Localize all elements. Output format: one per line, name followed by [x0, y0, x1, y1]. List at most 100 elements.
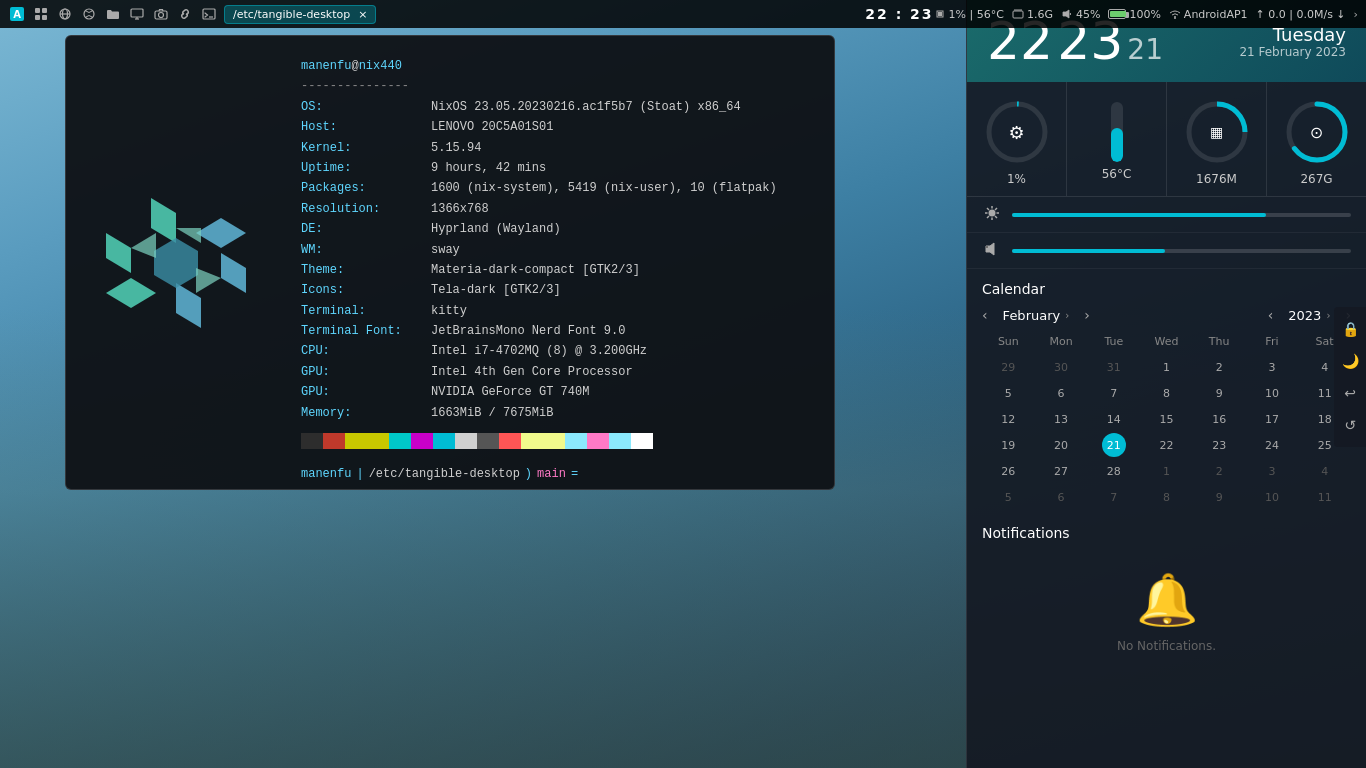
color-block	[499, 433, 521, 449]
cal-day-cell[interactable]: 6	[1049, 485, 1073, 509]
terminal-prompt-line: manenfu | /etc/tangible-desktop ) main =	[301, 464, 819, 484]
svg-marker-32	[154, 238, 198, 288]
cal-next-month[interactable]: ›	[1084, 307, 1090, 323]
cal-day-cell[interactable]: 21	[1102, 433, 1126, 457]
cal-year-label: 2023 ›	[1288, 308, 1330, 323]
ram-icon-center: ▦	[1210, 124, 1223, 140]
cal-day-cell[interactable]: 13	[1049, 407, 1073, 431]
cal-day-cell[interactable]: 22	[1154, 433, 1178, 457]
brightness-fill	[1012, 213, 1266, 217]
calendar-section-title: Calendar	[967, 269, 1366, 302]
terminal-line: Memory:1663MiB / 7675MiB	[301, 403, 819, 423]
svg-point-42	[989, 210, 996, 217]
cal-day-cell[interactable]: 19	[996, 433, 1020, 457]
cal-day-cell[interactable]: 9	[1207, 381, 1231, 405]
brightness-icon	[982, 205, 1002, 224]
cal-day-cell[interactable]: 3	[1260, 355, 1284, 379]
color-block	[543, 433, 565, 449]
terminal-line: DE:Hyprland (Wayland)	[301, 219, 819, 239]
taskbar-icon-monitor[interactable]	[128, 5, 146, 23]
cal-day-cell[interactable]: 16	[1207, 407, 1231, 431]
battery-fill	[1110, 11, 1125, 17]
color-block	[301, 433, 323, 449]
cal-day-cell[interactable]: 8	[1154, 485, 1178, 509]
cal-day-cell[interactable]: 5	[996, 485, 1020, 509]
taskbar: A	[0, 0, 1366, 28]
cal-day-cell[interactable]: 10	[1260, 381, 1284, 405]
volume-fill	[1012, 249, 1165, 253]
cal-day-cell[interactable]: 7	[1102, 485, 1126, 509]
stat-disk-value: 267G	[1300, 172, 1332, 186]
cal-day-cell[interactable]: 2	[1207, 355, 1231, 379]
stat-disk-circle: ⊙	[1282, 97, 1352, 167]
cal-day-cell[interactable]: 8	[1154, 381, 1178, 405]
cal-day-cell[interactable]: 11	[1313, 485, 1337, 509]
cal-day-cell[interactable]: 1	[1154, 355, 1178, 379]
tab-close-btn[interactable]: ×	[358, 8, 367, 21]
taskbar-icon-camera[interactable]	[152, 5, 170, 23]
cal-day-cell[interactable]: 26	[996, 459, 1020, 483]
cal-prev-year[interactable]: ‹	[1268, 307, 1274, 323]
taskbar-icon-chain[interactable]	[176, 5, 194, 23]
prompt-sym: )	[525, 464, 532, 484]
cal-day-cell[interactable]: 5	[996, 381, 1020, 405]
terminal-line: Packages:1600 (nix-system), 5419 (nix-us…	[301, 178, 819, 198]
svg-text:A: A	[13, 9, 21, 20]
cal-body: 2930311234567891011121314151617181920212…	[982, 354, 1351, 510]
cal-day-cell[interactable]: 3	[1260, 459, 1284, 483]
panel-btn-sleep[interactable]: 🌙	[1340, 351, 1360, 371]
taskbar-icon-globe1[interactable]	[56, 5, 74, 23]
color-block	[631, 433, 653, 449]
notifications-section: Notifications 🔔 No Notifications.	[967, 515, 1366, 683]
taskbar-arrow[interactable]: ›	[1354, 8, 1358, 21]
volume-slider-row	[967, 233, 1366, 269]
svg-marker-34	[196, 268, 221, 293]
cal-prev-month[interactable]: ‹	[982, 307, 988, 323]
cal-day-cell[interactable]: 10	[1260, 485, 1284, 509]
cal-day-cell[interactable]: 24	[1260, 433, 1284, 457]
taskbar-icon-folder[interactable]	[104, 5, 122, 23]
cal-day-cell[interactable]: 17	[1260, 407, 1284, 431]
cal-day-cell[interactable]: 20	[1049, 433, 1073, 457]
cal-day-cell[interactable]: 28	[1102, 459, 1126, 483]
panel-btn-lock[interactable]: 🔒	[1340, 319, 1360, 339]
terminal-line: WM:sway	[301, 240, 819, 260]
cal-day-cell[interactable]: 14	[1102, 407, 1126, 431]
cal-week-row: 12131415161718	[982, 406, 1351, 432]
panel-btn-logout[interactable]: ↩	[1340, 383, 1360, 403]
brightness-track[interactable]	[1012, 213, 1351, 217]
cal-day-cell[interactable]: 4	[1313, 459, 1337, 483]
terminal-logo	[66, 36, 286, 489]
color-block	[477, 433, 499, 449]
taskbar-icon-globe2[interactable]	[80, 5, 98, 23]
cpu-icon	[934, 8, 946, 20]
cal-day-header: Wed	[1140, 333, 1193, 350]
cal-day-cell[interactable]: 9	[1207, 485, 1231, 509]
stat-cpu: ⚙ 1%	[967, 82, 1066, 196]
cal-day-cell[interactable]: 23	[1207, 433, 1231, 457]
terminal-window: manenfu @ nix440 --------------- OS:NixO…	[65, 35, 835, 490]
taskbar-netspeed: ↑ 0.0 | 0.0M/s ↓	[1256, 8, 1346, 21]
cal-day-cell[interactable]: 6	[1049, 381, 1073, 405]
cal-day-cell[interactable]: 2	[1207, 459, 1231, 483]
cal-day-cell[interactable]: 29	[996, 355, 1020, 379]
cal-day-cell[interactable]: 1	[1154, 459, 1178, 483]
svg-line-48	[995, 216, 997, 218]
cal-day-cell[interactable]: 31	[1102, 355, 1126, 379]
volume-track[interactable]	[1012, 249, 1351, 253]
prompt-sep1: |	[356, 464, 363, 484]
panel-btn-restart[interactable]: ↺	[1340, 415, 1360, 435]
cal-day-cell[interactable]: 7	[1102, 381, 1126, 405]
cal-day-cell[interactable]: 15	[1154, 407, 1178, 431]
cal-day-cell[interactable]: 30	[1049, 355, 1073, 379]
cal-day-cell[interactable]: 27	[1049, 459, 1073, 483]
cal-day-header: Sun	[982, 333, 1035, 350]
term-separator-line: ---------------	[301, 76, 819, 96]
svg-marker-26	[106, 233, 131, 273]
cal-day-cell[interactable]: 12	[996, 407, 1020, 431]
taskbar-icon-app1[interactable]: A	[8, 5, 26, 23]
taskbar-icon-grid[interactable]	[32, 5, 50, 23]
taskbar-icon-terminal[interactable]	[200, 5, 218, 23]
taskbar-active-tab[interactable]: /etc/tangible-desktop ×	[224, 5, 376, 24]
terminal-line: Terminal Font:JetBrainsMono Nerd Font 9.…	[301, 321, 819, 341]
